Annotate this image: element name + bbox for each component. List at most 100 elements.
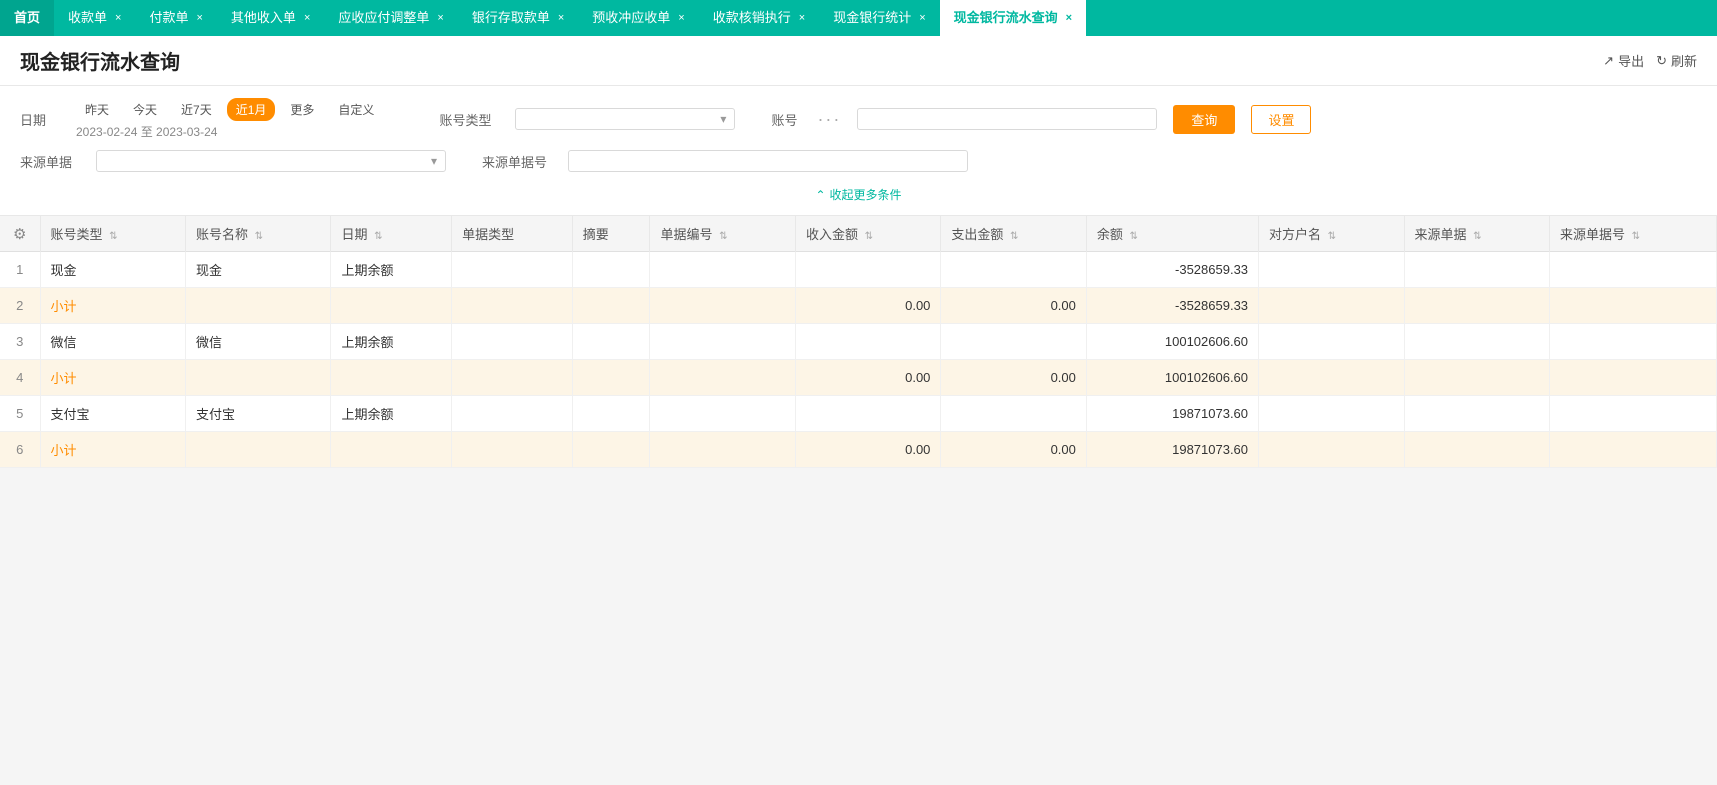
cell-account_name: 微信 (185, 324, 330, 360)
date-opt-1month[interactable]: 近1月 (227, 98, 276, 121)
cell-source_doc (1404, 396, 1549, 432)
close-ar-ap-icon[interactable]: × (437, 0, 443, 36)
account-type-select[interactable]: ▾ (515, 108, 735, 130)
col-source-doc: 来源单据 ⇅ (1404, 216, 1549, 252)
table-row: 1现金现金上期余额-3528659.33 (0, 252, 1717, 288)
close-other-income-icon[interactable]: × (304, 0, 310, 36)
cell-counterpart (1259, 252, 1404, 288)
cell-expense (941, 396, 1086, 432)
export-button[interactable]: ↗ 导出 (1603, 51, 1644, 70)
cell-source_doc_no (1549, 252, 1716, 288)
cell-balance: 19871073.60 (1086, 396, 1258, 432)
cell-counterpart (1259, 360, 1404, 396)
source-doc-select[interactable]: ▾ (96, 150, 446, 172)
cell-doc_no (650, 288, 795, 324)
nav-item-other-income[interactable]: 其他收入单 × (217, 0, 324, 36)
cell-no: 2 (0, 288, 40, 324)
cell-account_name (185, 432, 330, 468)
cell-source_doc (1404, 360, 1549, 396)
sort-account-name-icon[interactable]: ⇅ (255, 231, 263, 242)
nav-item-collection-exec[interactable]: 收款核销执行 × (699, 0, 819, 36)
account-label: 账号 (771, 110, 801, 129)
account-dots[interactable]: ··· (817, 109, 841, 130)
export-icon: ↗ (1603, 53, 1614, 69)
cell-doc_type (452, 288, 573, 324)
col-income: 收入金额 ⇅ (795, 216, 940, 252)
nav-home[interactable]: 首页 (0, 0, 54, 36)
date-opt-custom[interactable]: 自定义 (329, 98, 383, 121)
source-doc-no-input[interactable] (568, 150, 968, 172)
cell-balance: -3528659.33 (1086, 252, 1258, 288)
date-opt-today[interactable]: 今天 (124, 98, 166, 121)
cell-date: 上期余额 (331, 252, 452, 288)
sort-account-type-icon[interactable]: ⇅ (109, 231, 117, 242)
source-doc-no-label: 来源单据号 (482, 152, 552, 171)
cell-doc_no (650, 360, 795, 396)
account-type-label: 账号类型 (439, 110, 499, 129)
nav-item-payments[interactable]: 付款单 × (135, 0, 216, 36)
account-input[interactable] (857, 108, 1157, 130)
cell-expense (941, 252, 1086, 288)
nav-item-receipts[interactable]: 收款单 × (54, 0, 135, 36)
date-label: 日期 (20, 110, 60, 129)
date-options-group: 昨天 今天 近7天 近1月 更多 自定义 2023-02-24 至 2023-0… (76, 98, 383, 140)
nav-item-ar-ap-adjust[interactable]: 应收应付调整单 × (324, 0, 457, 36)
col-account-type: 账号类型 ⇅ (40, 216, 185, 252)
sort-date-icon[interactable]: ⇅ (374, 231, 382, 242)
cell-source_doc (1404, 252, 1549, 288)
table-row: 6小计0.000.0019871073.60 (0, 432, 1717, 468)
cell-doc_no (650, 432, 795, 468)
close-advance-icon[interactable]: × (678, 0, 684, 36)
cell-date (331, 360, 452, 396)
table-row: 3微信微信上期余额100102606.60 (0, 324, 1717, 360)
cell-account_type: 微信 (40, 324, 185, 360)
close-stats-icon[interactable]: × (919, 0, 925, 36)
sort-doc-no-icon[interactable]: ⇅ (719, 231, 727, 242)
col-counterpart: 对方户名 ⇅ (1259, 216, 1404, 252)
cell-balance: 19871073.60 (1086, 432, 1258, 468)
page-header: 现金银行流水查询 ↗ 导出 ↻ 刷新 (0, 36, 1717, 86)
close-receipts-icon[interactable]: × (115, 0, 121, 36)
nav-item-advance-offset[interactable]: 预收冲应收单 × (578, 0, 698, 36)
refresh-button[interactable]: ↻ 刷新 (1656, 51, 1697, 70)
date-opt-more[interactable]: 更多 (281, 98, 323, 121)
nav-item-cash-flow[interactable]: 现金银行流水查询 × (940, 0, 1086, 36)
query-button[interactable]: 查询 (1173, 105, 1235, 134)
sort-income-icon[interactable]: ⇅ (865, 231, 873, 242)
col-balance: 余额 ⇅ (1086, 216, 1258, 252)
collapse-bar[interactable]: ⌃ 收起更多条件 (20, 182, 1697, 203)
sort-source-doc-no-icon[interactable]: ⇅ (1632, 231, 1640, 242)
table-row: 5支付宝支付宝上期余额19871073.60 (0, 396, 1717, 432)
cell-counterpart (1259, 396, 1404, 432)
sort-balance-icon[interactable]: ⇅ (1130, 231, 1138, 242)
cell-account_name (185, 288, 330, 324)
nav-item-bank-deposit[interactable]: 银行存取款单 × (458, 0, 578, 36)
cell-expense: 0.00 (941, 432, 1086, 468)
page-title: 现金银行流水查询 (20, 46, 180, 75)
nav-item-cash-bank-stats[interactable]: 现金银行统计 × (819, 0, 939, 36)
settings-button[interactable]: 设置 (1251, 105, 1311, 134)
date-opt-7days[interactable]: 近7天 (172, 98, 221, 121)
cell-doc_type (452, 252, 573, 288)
sort-source-doc-icon[interactable]: ⇅ (1473, 231, 1481, 242)
close-payments-icon[interactable]: × (196, 0, 202, 36)
sort-counterpart-icon[interactable]: ⇅ (1328, 231, 1336, 242)
close-collection-icon[interactable]: × (799, 0, 805, 36)
cell-source_doc_no (1549, 396, 1716, 432)
cell-doc_type (452, 324, 573, 360)
filter-row-1: 日期 昨天 今天 近7天 近1月 更多 自定义 2023-02-24 至 202… (20, 98, 1697, 140)
table-row: 2小计0.000.00-3528659.33 (0, 288, 1717, 324)
cell-counterpart (1259, 288, 1404, 324)
header-actions: ↗ 导出 ↻ 刷新 (1603, 51, 1697, 70)
cell-doc_type (452, 432, 573, 468)
cell-date: 上期余额 (331, 324, 452, 360)
close-cashflow-icon[interactable]: × (1066, 0, 1072, 36)
date-opt-yesterday[interactable]: 昨天 (76, 98, 118, 121)
close-bank-deposit-icon[interactable]: × (558, 0, 564, 36)
sort-expense-icon[interactable]: ⇅ (1010, 231, 1018, 242)
cell-doc_no (650, 252, 795, 288)
gear-icon[interactable]: ⚙ (13, 226, 26, 243)
cell-account_type: 支付宝 (40, 396, 185, 432)
col-doc-type: 单据类型 (452, 216, 573, 252)
cell-income (795, 324, 940, 360)
